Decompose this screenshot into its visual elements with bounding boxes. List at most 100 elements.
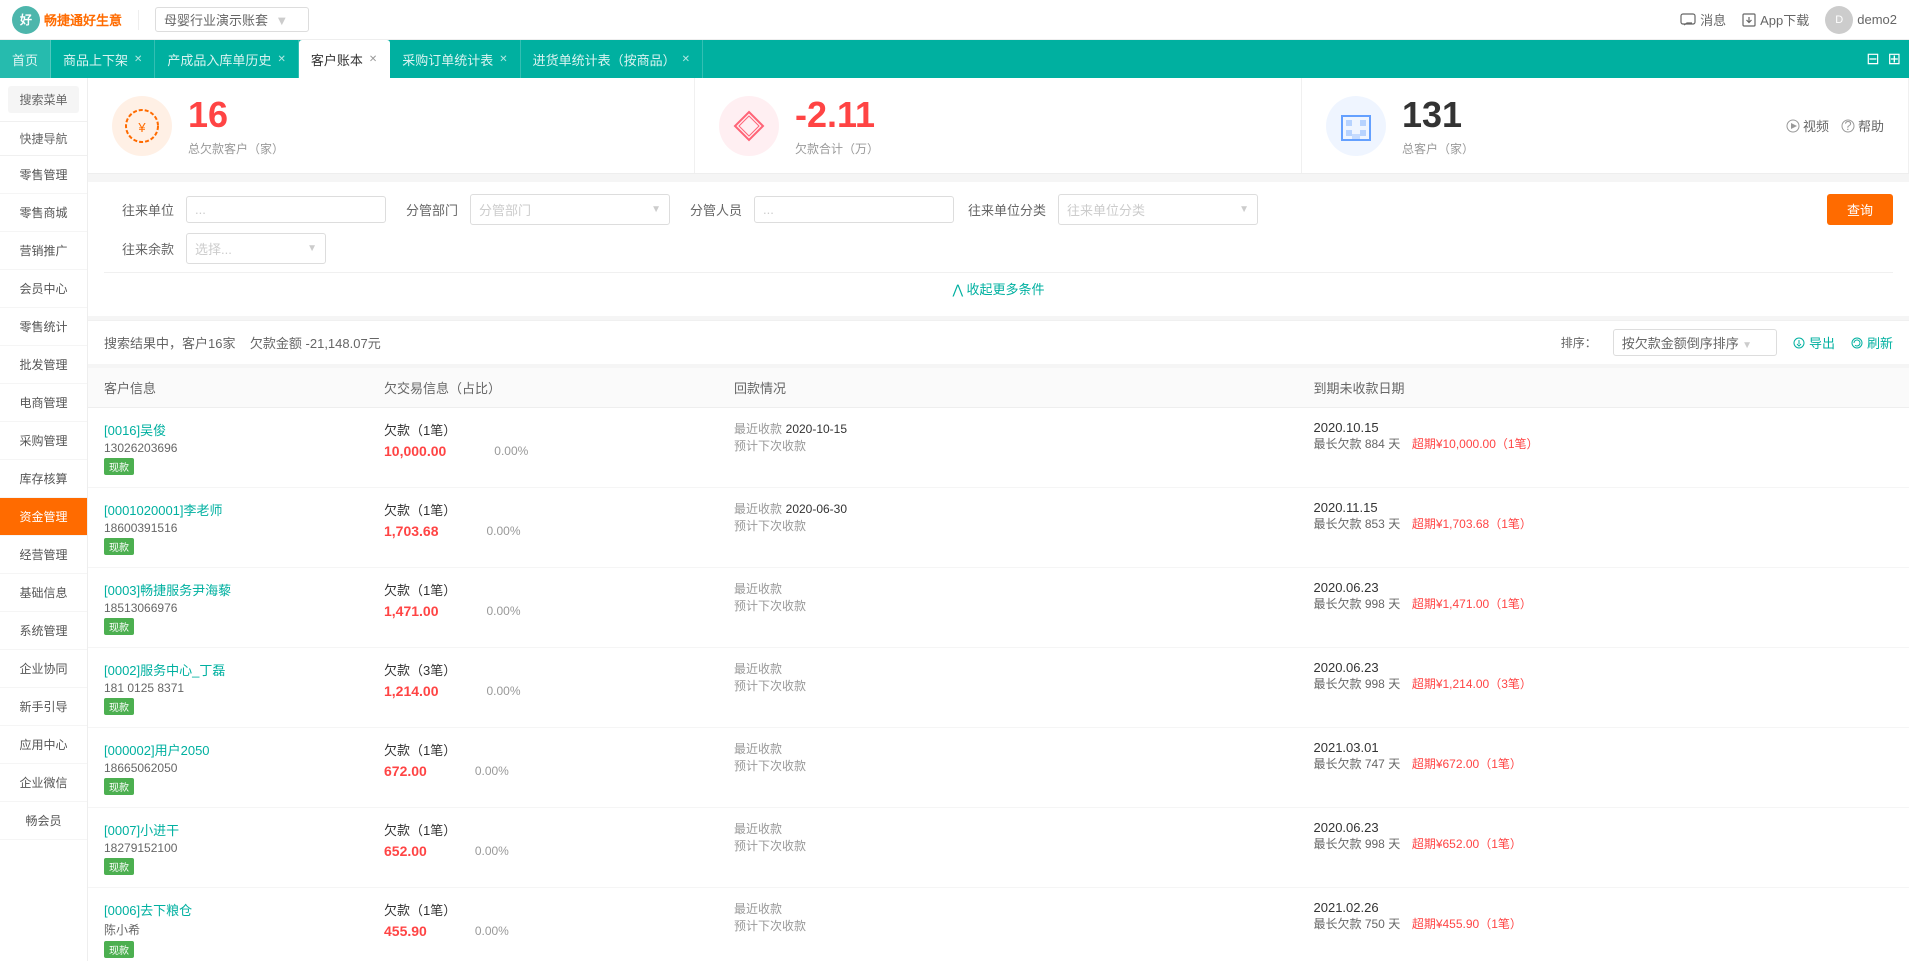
debt-pct-1: 0.00% [487, 524, 521, 538]
app-download-btn[interactable]: App下载 [1742, 10, 1809, 29]
filter-input-unit[interactable]: ... [186, 196, 386, 223]
tab-purchase-stats[interactable]: 采购订单统计表 ✕ [390, 40, 520, 78]
filter-select-dept[interactable]: 分管部门 ▼ [470, 194, 670, 225]
tab-close-icon[interactable]: ✕ [277, 54, 285, 65]
customer-name-link-5[interactable]: [0007]小进干 [104, 820, 384, 839]
stat-debt-customers-label: 总欠款客户（家） [188, 140, 284, 157]
tab-customer-account[interactable]: 客户账本 ✕ [299, 40, 390, 78]
sidebar-item-app-center[interactable]: 应用中心 [0, 726, 87, 764]
tab-close-icon[interactable]: ✕ [499, 54, 507, 65]
collection-info-3: 最近收款 预计下次收款 [734, 660, 1314, 694]
col-header-customer: 客户信息 [104, 378, 384, 397]
search-menu-button[interactable]: 搜索菜单 [8, 86, 79, 113]
sidebar-item-retail-mall[interactable]: 零售商城 [0, 194, 87, 232]
debt-row-2: 1,471.00 0.00% [384, 603, 734, 619]
sidebar-item-member[interactable]: 会员中心 [0, 270, 87, 308]
sidebar-item-marketing[interactable]: 营销推广 [0, 232, 87, 270]
tab-goods[interactable]: 商品上下架 ✕ [51, 40, 155, 78]
due-info-1: 2020.11.15 最长欠款 853 天 超期¥1,703.68（1笔） [1314, 500, 1894, 532]
sidebar-item-guide[interactable]: 新手引导 [0, 688, 87, 726]
top-bar: 好 畅捷通好生意 母婴行业演示账套 ▼ 消息 App下载 D demo2 [0, 0, 1909, 40]
chevron-down-icon: ▼ [651, 204, 661, 215]
tab-stock-stats[interactable]: 进货单统计表（按商品） ✕ [521, 40, 703, 78]
filter-select-balance[interactable]: 选择... ▼ [186, 233, 326, 264]
sidebar-item-wholesale[interactable]: 批发管理 [0, 346, 87, 384]
customer-tag-2: 现款 [104, 618, 134, 635]
table-row: [000002]用户2050 18665062050 现款 欠款（1笔） 672… [88, 728, 1909, 808]
overdue-text-5[interactable]: 超期¥652.00（1笔） [1412, 837, 1522, 851]
debt-pct-0: 0.00% [494, 444, 528, 458]
view-help-btn[interactable]: ? 帮助 [1841, 116, 1884, 135]
user-avatar[interactable]: D demo2 [1825, 6, 1897, 34]
filter-label-balance: 往来余款 [104, 239, 174, 258]
tab-maximize-icon[interactable]: ⊞ [1888, 49, 1901, 69]
overdue-text-4[interactable]: 超期¥672.00（1笔） [1412, 757, 1522, 771]
debt-count-0: 欠款（1笔） [384, 420, 734, 439]
tab-close-icon[interactable]: ✕ [682, 54, 690, 65]
view-video-btn[interactable]: 视频 [1786, 116, 1829, 135]
sidebar-item-ecommerce[interactable]: 电商管理 [0, 384, 87, 422]
customer-info-0: [0016]吴俊 13026203696 现款 [104, 420, 384, 475]
logo-text: 畅捷通好生意 [44, 10, 122, 29]
sidebar-item-collab[interactable]: 企业协同 [0, 650, 87, 688]
refresh-btn[interactable]: 刷新 [1851, 333, 1893, 352]
sidebar-quick-nav[interactable]: 快捷导航 [0, 122, 87, 156]
debt-amount-2: 1,471.00 [384, 603, 439, 619]
stat-total-customers-value: 131 [1402, 94, 1474, 136]
due-date-5: 2020.06.23 [1314, 820, 1894, 835]
tab-minimize-icon[interactable]: ⊟ [1866, 49, 1879, 69]
message-btn[interactable]: 消息 [1680, 10, 1726, 29]
overdue-text-3[interactable]: 超期¥1,214.00（3笔） [1412, 677, 1532, 691]
customer-name-link-3[interactable]: [0002]服务中心_丁磊 [104, 660, 384, 679]
customer-phone-5: 18279152100 [104, 841, 384, 855]
tab-close-icon[interactable]: ✕ [369, 54, 377, 65]
overdue-text-0[interactable]: 超期¥10,000.00（1笔） [1412, 437, 1539, 451]
tab-bar: 首页 商品上下架 ✕ 产成品入库单历史 ✕ 客户账本 ✕ 采购订单统计表 ✕ 进… [0, 40, 1909, 78]
sidebar-item-retail-stats[interactable]: 零售统计 [0, 308, 87, 346]
sidebar-item-operations[interactable]: 经营管理 [0, 536, 87, 574]
sort-selector[interactable]: 按欠款金额倒序排序 ▼ [1613, 329, 1777, 356]
company-selector[interactable]: 母婴行业演示账套 ▼ [155, 7, 309, 32]
chevron-down-icon-3: ▼ [307, 243, 317, 254]
overdue-row-6: 最长欠款 750 天 超期¥455.90（1笔） [1314, 915, 1894, 932]
stat-debt-total-label: 欠款合计（万） [795, 140, 879, 157]
debt-pct-2: 0.00% [487, 604, 521, 618]
sidebar-item-changhui[interactable]: 畅会员 [0, 802, 87, 840]
customer-name-link-6[interactable]: [0006]去下粮仓 [104, 900, 384, 919]
export-btn[interactable]: 导出 [1793, 333, 1835, 352]
tab-production[interactable]: 产成品入库单历史 ✕ [155, 40, 298, 78]
sidebar-item-inventory[interactable]: 库存核算 [0, 460, 87, 498]
filter-select-unit-type[interactable]: 往来单位分类 ▼ [1058, 194, 1258, 225]
tab-home[interactable]: 首页 [0, 40, 51, 78]
customer-info-1: [0001020001]李老师 18600391516 现款 [104, 500, 384, 555]
next-collect-0: 预计下次收款 [734, 437, 1314, 454]
debt-pct-6: 0.00% [475, 924, 509, 938]
tab-close-icon[interactable]: ✕ [134, 54, 142, 65]
filter-input-person[interactable]: ... [754, 196, 954, 223]
customer-name-link-2[interactable]: [0003]畅捷服务尹海藜 [104, 580, 384, 599]
overdue-text-2[interactable]: 超期¥1,471.00（1笔） [1412, 597, 1532, 611]
sidebar-item-basic-info[interactable]: 基础信息 [0, 574, 87, 612]
col-header-collection: 回款情况 [734, 378, 1314, 397]
table-row: [0003]畅捷服务尹海藜 18513066976 现款 欠款（1笔） 1,47… [88, 568, 1909, 648]
customer-info-2: [0003]畅捷服务尹海藜 18513066976 现款 [104, 580, 384, 635]
collapse-filter-btn[interactable]: ⋀ 收起更多条件 [104, 272, 1893, 304]
stat-card-total-customers: 131 总客户（家） 视频 ? 帮助 [1302, 78, 1909, 173]
sidebar-item-finance[interactable]: 资金管理 [0, 498, 87, 536]
sidebar-item-system[interactable]: 系统管理 [0, 612, 87, 650]
sidebar-item-wechat[interactable]: 企业微信 [0, 764, 87, 802]
overdue-row-2: 最长欠款 998 天 超期¥1,471.00（1笔） [1314, 595, 1894, 612]
query-button[interactable]: 查询 [1827, 194, 1893, 225]
debt-info-3: 欠款（3笔） 1,214.00 0.00% [384, 660, 734, 699]
customer-name-link-4[interactable]: [000002]用户2050 [104, 740, 384, 759]
debt-info-2: 欠款（1笔） 1,471.00 0.00% [384, 580, 734, 619]
customer-tag-3: 现款 [104, 698, 134, 715]
customer-name-link-0[interactable]: [0016]吴俊 [104, 420, 384, 439]
sidebar-item-retail-mgmt[interactable]: 零售管理 [0, 156, 87, 194]
customer-name-link-1[interactable]: [0001020001]李老师 [104, 500, 384, 519]
overdue-text-1[interactable]: 超期¥1,703.68（1笔） [1412, 517, 1532, 531]
overdue-text-6[interactable]: 超期¥455.90（1笔） [1412, 917, 1522, 931]
debt-info-0: 欠款（1笔） 10,000.00 0.00% [384, 420, 734, 459]
sidebar-item-purchase[interactable]: 采购管理 [0, 422, 87, 460]
due-info-4: 2021.03.01 最长欠款 747 天 超期¥672.00（1笔） [1314, 740, 1894, 772]
